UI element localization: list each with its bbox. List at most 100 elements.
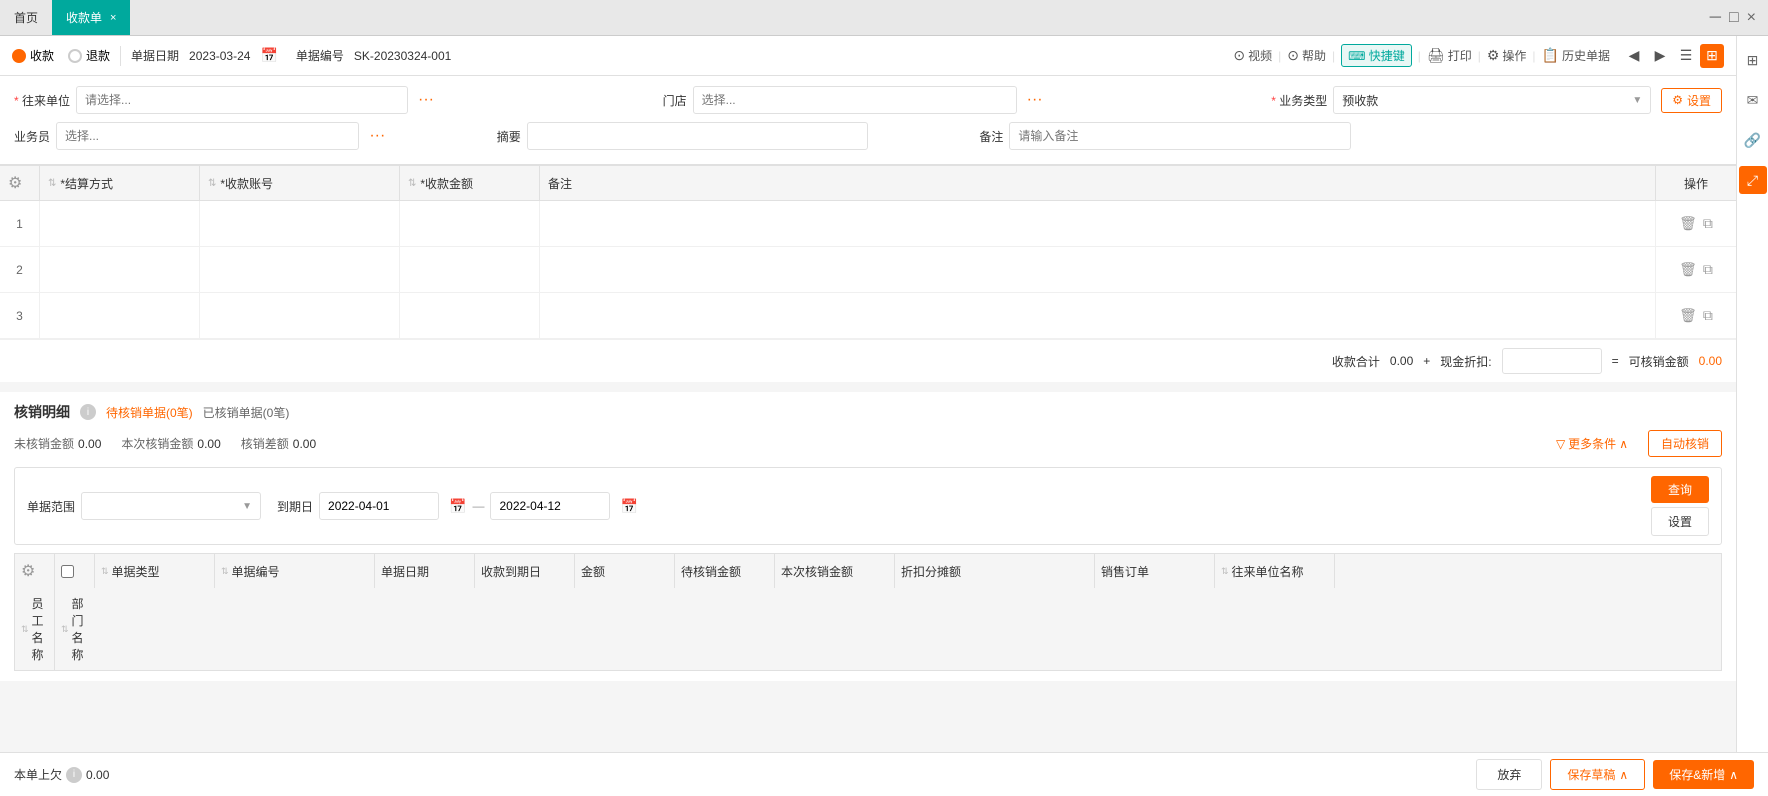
tab-home[interactable]: 首页 bbox=[0, 0, 52, 35]
account-input-3[interactable] bbox=[208, 299, 391, 332]
summary-bar: 收款合计 0.00 + 现金折扣: = 可核销金额 0.00 bbox=[0, 339, 1736, 382]
row-remark-input-2[interactable] bbox=[548, 253, 1647, 286]
tab-close-icon[interactable]: × bbox=[110, 12, 116, 24]
save-draft-button[interactable]: 保存草稿 ∧ bbox=[1550, 759, 1645, 790]
amount-input-3[interactable] bbox=[408, 299, 531, 332]
td-account-2[interactable] bbox=[200, 247, 400, 292]
sidebar-email-icon[interactable]: ✉ bbox=[1739, 86, 1767, 114]
store-input[interactable] bbox=[693, 86, 1017, 114]
delete-row-1-icon[interactable]: 🗑 bbox=[1679, 215, 1697, 232]
operation-action[interactable]: ⚙ 操作 bbox=[1487, 47, 1527, 64]
pending-link[interactable]: 待核销单据(0笔) bbox=[106, 404, 193, 421]
td-account-3[interactable] bbox=[200, 293, 400, 338]
filter-icon: ▽ bbox=[1556, 437, 1565, 451]
settle-input-3[interactable] bbox=[48, 299, 191, 332]
tab-receipt[interactable]: 收款单 × bbox=[52, 0, 130, 35]
sidebar-expand-icon[interactable]: ⤢ bbox=[1739, 166, 1767, 194]
right-sidebar: ⊞ ✉ 🔗 ⤢ bbox=[1736, 36, 1768, 796]
partner-input[interactable] bbox=[76, 86, 408, 114]
sub-th-sales-order: 销售订单 bbox=[1095, 554, 1215, 588]
shortcut-button[interactable]: ⌨ 快捷键 bbox=[1341, 44, 1412, 67]
receipt-radio[interactable]: 收款 bbox=[12, 47, 54, 64]
sidebar-link-icon[interactable]: 🔗 bbox=[1739, 126, 1767, 154]
window-maximize-icon[interactable]: □ bbox=[1729, 9, 1739, 27]
filter-actions: 查询 设置 bbox=[1651, 476, 1709, 536]
diff-value: 0.00 bbox=[293, 437, 316, 451]
due-date-from-input[interactable] bbox=[319, 492, 439, 520]
store-field: 门店 ··· bbox=[663, 86, 1043, 114]
next-icon[interactable]: ▶ bbox=[1648, 44, 1672, 68]
query-button[interactable]: 查询 bbox=[1651, 476, 1709, 503]
filter-settings-button[interactable]: 设置 bbox=[1651, 507, 1709, 536]
td-remark-2[interactable] bbox=[540, 247, 1656, 292]
this-order-info-icon[interactable]: i bbox=[66, 767, 82, 783]
store-more-icon[interactable]: ··· bbox=[1027, 92, 1043, 108]
summary-input[interactable] bbox=[527, 122, 868, 150]
help-action[interactable]: ⊙ 帮助 bbox=[1287, 47, 1326, 64]
sub-th-current-amount: 本次核销金额 bbox=[775, 554, 895, 588]
auto-verify-button[interactable]: 自动核销 bbox=[1648, 430, 1722, 457]
verify-info-icon[interactable]: i bbox=[80, 404, 96, 420]
account-input-2[interactable] bbox=[208, 253, 391, 286]
row-remark-input-3[interactable] bbox=[548, 299, 1647, 332]
store-label: 门店 bbox=[663, 92, 687, 109]
row-remark-input-1[interactable] bbox=[548, 207, 1647, 240]
more-conditions-button[interactable]: ▽ 更多条件 ∧ bbox=[1556, 435, 1628, 452]
td-row-num-3: 3 bbox=[0, 293, 40, 338]
due-date-to-input[interactable] bbox=[490, 492, 610, 520]
copy-row-3-icon[interactable]: ⧉ bbox=[1703, 307, 1713, 324]
td-amount-1[interactable] bbox=[400, 201, 540, 246]
remark-input[interactable] bbox=[1009, 122, 1350, 150]
window-minimize-icon[interactable]: ─ bbox=[1710, 9, 1721, 27]
copy-row-1-icon[interactable]: ⧉ bbox=[1703, 215, 1713, 232]
staff-more-icon[interactable]: ··· bbox=[369, 128, 385, 144]
history-action[interactable]: 📋 历史单据 bbox=[1542, 47, 1610, 64]
td-settle-2[interactable] bbox=[40, 247, 200, 292]
due-date-from-calendar-icon[interactable]: 📅 bbox=[449, 498, 466, 515]
refund-radio[interactable]: 退款 bbox=[68, 47, 110, 64]
staff-input[interactable] bbox=[56, 122, 359, 150]
settle-input-1[interactable] bbox=[48, 207, 191, 240]
toolbar-actions: ⊙ 视频 | ⊙ 帮助 | ⌨ 快捷键 | 🖨 打印 | ⚙ 操作 bbox=[1233, 44, 1724, 68]
section-divider bbox=[0, 382, 1736, 392]
date-calendar-icon[interactable]: 📅 bbox=[260, 47, 277, 64]
discard-button[interactable]: 放弃 bbox=[1476, 759, 1542, 790]
account-input-1[interactable] bbox=[208, 207, 391, 240]
td-settle-3[interactable] bbox=[40, 293, 200, 338]
sub-table-select-all[interactable] bbox=[61, 565, 74, 578]
delete-row-3-icon[interactable]: 🗑 bbox=[1679, 307, 1697, 324]
print-action[interactable]: 🖨 打印 bbox=[1427, 47, 1472, 64]
prev-icon[interactable]: ◀ bbox=[1622, 44, 1646, 68]
partner-more-icon[interactable]: ··· bbox=[418, 92, 434, 108]
sub-table-gear-icon[interactable]: ⚙ bbox=[21, 561, 35, 581]
done-link[interactable]: 已核销单据(0笔) bbox=[203, 404, 290, 421]
copy-row-2-icon[interactable]: ⧉ bbox=[1703, 261, 1713, 278]
sidebar-table-icon[interactable]: ⊞ bbox=[1739, 46, 1767, 74]
delete-row-2-icon[interactable]: 🗑 bbox=[1679, 261, 1697, 278]
verify-title-row: 核销明细 i 待核销单据(0笔) 已核销单据(0笔) bbox=[14, 402, 1722, 422]
discount-input[interactable] bbox=[1502, 348, 1602, 374]
due-date-to-calendar-icon[interactable]: 📅 bbox=[620, 498, 637, 515]
td-account-1[interactable] bbox=[200, 201, 400, 246]
list-icon[interactable]: ☰ bbox=[1674, 44, 1698, 68]
td-remark-1[interactable] bbox=[540, 201, 1656, 246]
amount-input-2[interactable] bbox=[408, 253, 531, 286]
td-remark-3[interactable] bbox=[540, 293, 1656, 338]
td-amount-2[interactable] bbox=[400, 247, 540, 292]
range-select[interactable]: ▼ bbox=[81, 492, 261, 520]
settle-input-2[interactable] bbox=[48, 253, 191, 286]
range-label: 单据范围 bbox=[27, 498, 75, 515]
sub-table-header: ⚙ ⇅ 单据类型 ⇅ 单据编号 单据日期 收款到期日 金额 bbox=[14, 553, 1722, 671]
sub-th-partner: ⇅ 往来单位名称 bbox=[1215, 554, 1335, 588]
grid-icon[interactable]: ⊞ bbox=[1700, 44, 1724, 68]
amount-input-1[interactable] bbox=[408, 207, 531, 240]
table-gear-icon[interactable]: ⚙ bbox=[8, 173, 22, 193]
save-new-button[interactable]: 保存&新增 ∧ bbox=[1653, 760, 1754, 789]
td-amount-3[interactable] bbox=[400, 293, 540, 338]
range-arrow: ▼ bbox=[242, 501, 252, 512]
settings-button[interactable]: ⚙ 设置 bbox=[1661, 88, 1722, 113]
td-settle-1[interactable] bbox=[40, 201, 200, 246]
business-type-select[interactable]: 预收款 ▼ bbox=[1333, 86, 1651, 114]
video-action[interactable]: ⊙ 视频 bbox=[1233, 47, 1272, 64]
window-close-icon[interactable]: × bbox=[1747, 9, 1756, 27]
